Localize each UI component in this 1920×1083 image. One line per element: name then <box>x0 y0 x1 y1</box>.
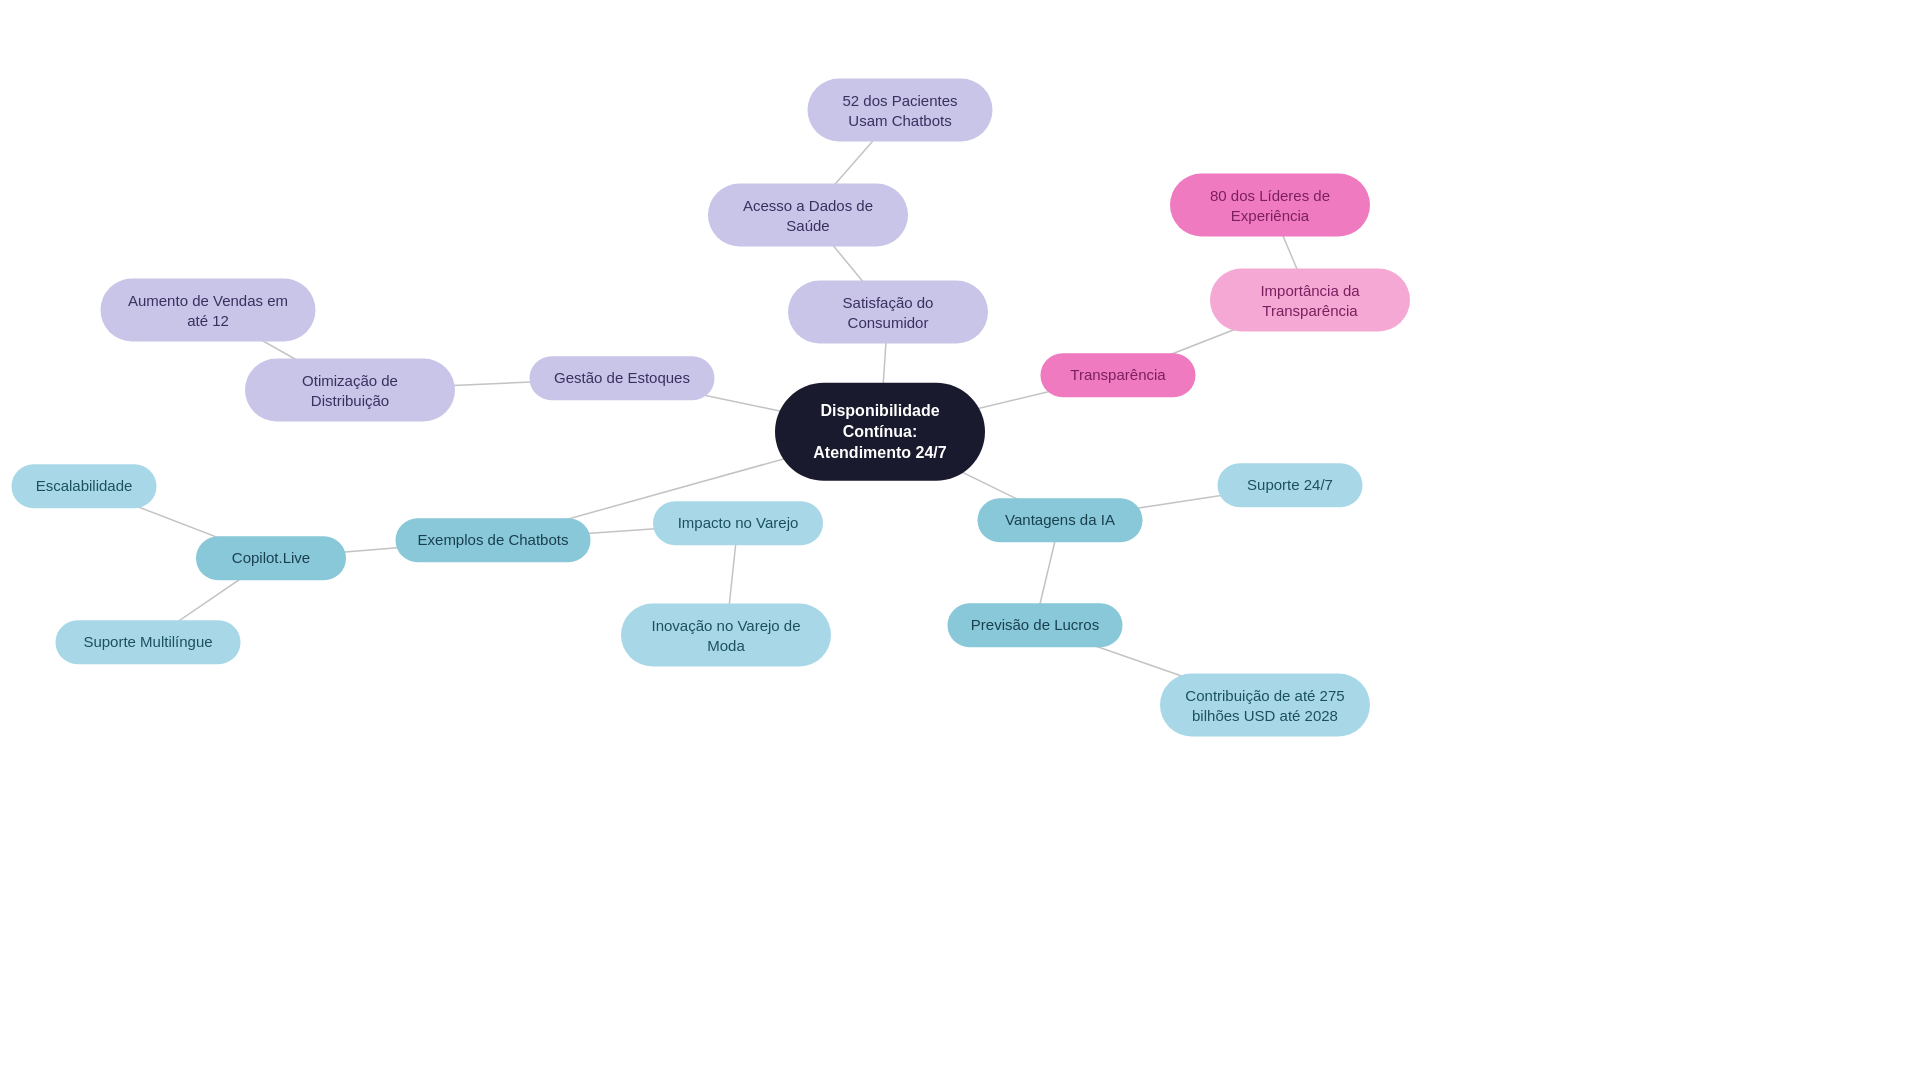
node-escalabilidade: Escalabilidade <box>12 464 157 508</box>
node-suporte-247: Suporte 24/7 <box>1218 463 1363 507</box>
node-aumento-vendas: Aumento de Vendas em até 12 <box>101 279 316 342</box>
node-exemplos-chatbots: Exemplos de Chatbots <box>396 518 591 562</box>
node-lideres-exp: 80 dos Líderes de Experiência <box>1170 174 1370 237</box>
node-contribuicao: Contribuição de até 275 bilhões USD até … <box>1160 674 1370 737</box>
node-gestao-estoques: Gestão de Estoques <box>530 356 715 400</box>
node-copilot-live: Copilot.Live <box>196 536 346 580</box>
node-otimizacao: Otimização de Distribuição <box>245 359 455 422</box>
node-previsao-lucros: Previsão de Lucros <box>948 603 1123 647</box>
node-acesso-saude: Acesso a Dados de Saúde <box>708 184 908 247</box>
mindmap-canvas: Disponibilidade Contínua: Atendimento 24… <box>0 0 1920 1083</box>
node-transparencia: Transparência <box>1041 353 1196 397</box>
node-vantagens-ia: Vantagens da IA <box>978 498 1143 542</box>
node-impacto-varejo: Impacto no Varejo <box>653 501 823 545</box>
node-pacientes-chatbots: 52 dos Pacientes Usam Chatbots <box>808 79 993 142</box>
node-satisfacao: Satisfação do Consumidor <box>788 281 988 344</box>
node-center: Disponibilidade Contínua: Atendimento 24… <box>775 383 985 481</box>
node-suporte-multi: Suporte Multilíngue <box>56 620 241 664</box>
node-importancia-transp: Importância da Transparência <box>1210 269 1410 332</box>
node-inovacao-varejo: Inovação no Varejo de Moda <box>621 604 831 667</box>
